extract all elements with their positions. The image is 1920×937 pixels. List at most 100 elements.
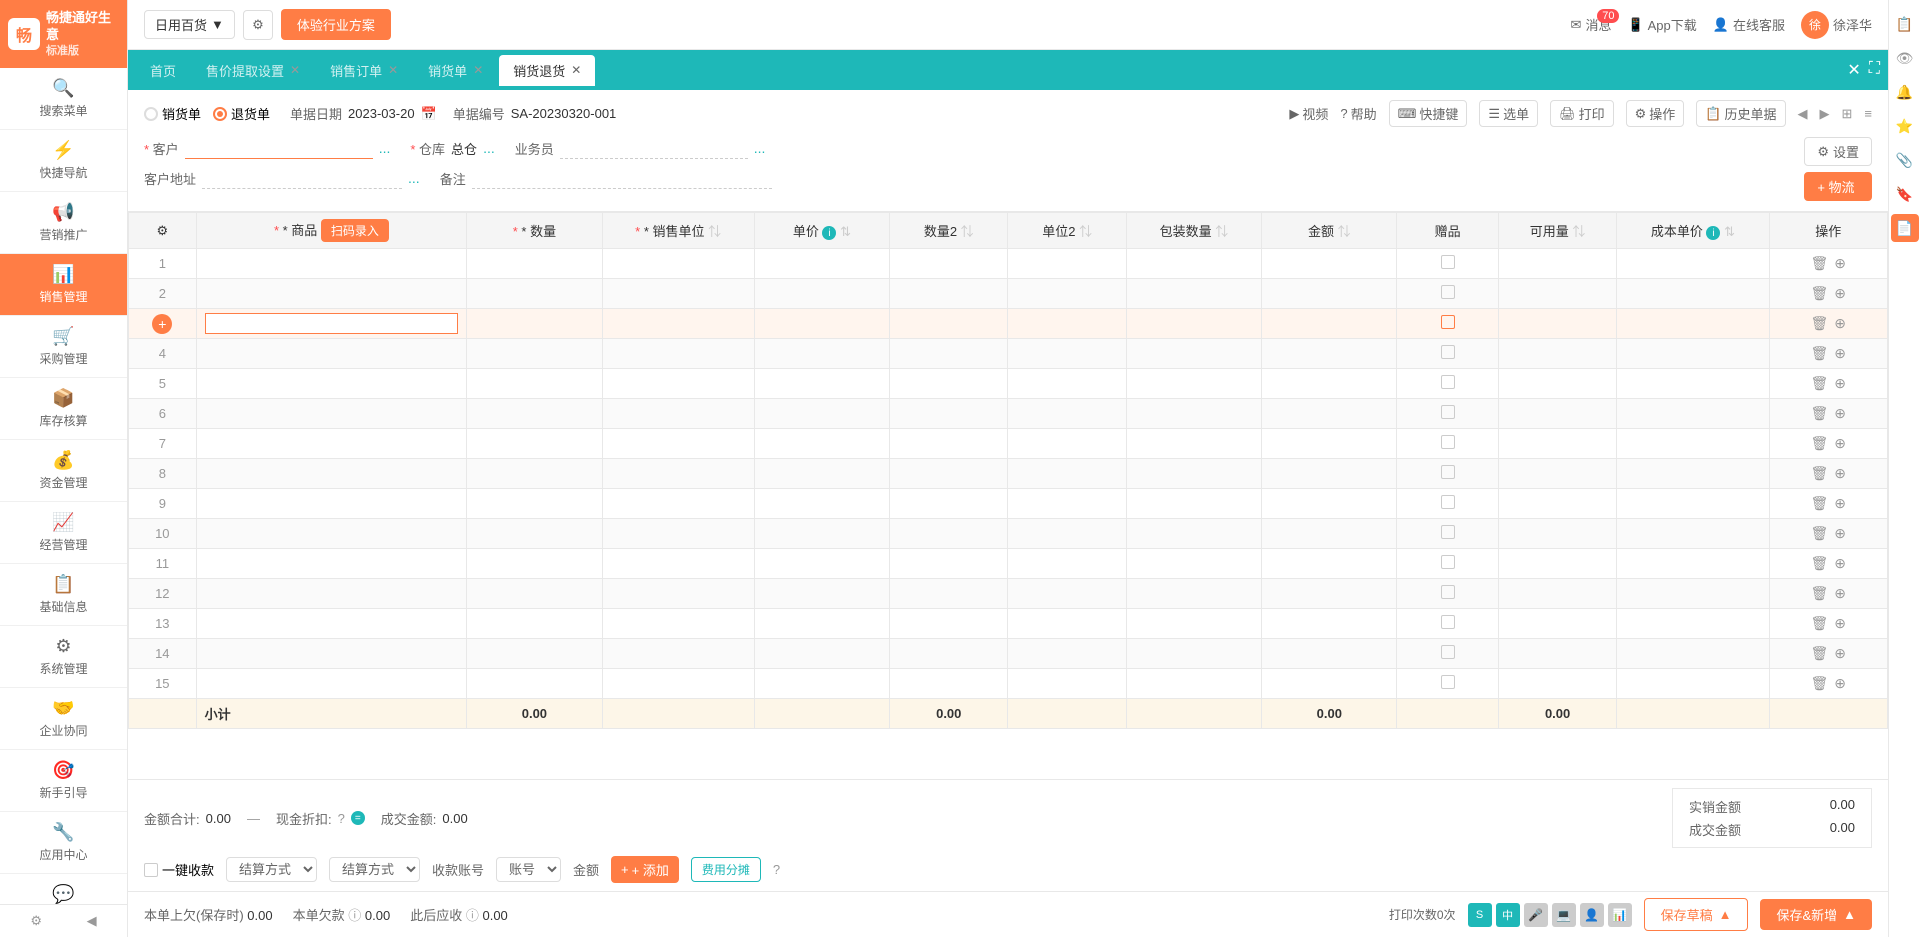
tab-sales-return[interactable]: 销货退货 ✕ (499, 55, 595, 86)
radio-sale[interactable]: 销货单 (144, 104, 201, 123)
account-select[interactable]: 账号 (496, 857, 561, 882)
row-2-gift[interactable] (1397, 279, 1498, 309)
settings-icon[interactable]: ⚙ (30, 913, 42, 929)
gift-checkbox-7[interactable] (1441, 435, 1455, 449)
sidebar-item-quick-nav[interactable]: ⚡ 快捷导航 (0, 130, 127, 192)
shortcut-button[interactable]: ⌨ 快捷键 (1389, 100, 1468, 127)
app-download-button[interactable]: 📱 App下载 (1627, 15, 1696, 34)
discount-info-icon[interactable]: ? (338, 811, 345, 826)
receivable-info-icon[interactable]: ⓘ (466, 908, 479, 923)
copy-icon-10[interactable]: ⊕ (1834, 525, 1846, 542)
row-3-qty2[interactable] (890, 309, 1008, 339)
operate-button[interactable]: ⚙ 操作 (1626, 100, 1685, 127)
save-draft-button[interactable]: 保存草稿 ▲ (1644, 898, 1749, 931)
row-3-unit2[interactable] (1008, 309, 1126, 339)
sidebar-item-finance[interactable]: 💰 资金管理 (0, 440, 127, 502)
user-info[interactable]: 徐 徐泽华 (1801, 11, 1872, 39)
address-dots-button[interactable]: ... (408, 170, 420, 186)
row-2-unit2[interactable] (1008, 279, 1126, 309)
row-1-pack-qty[interactable] (1126, 249, 1261, 279)
radio-return[interactable]: 退货单 (213, 104, 270, 123)
debt-info-icon[interactable]: ⓘ (348, 908, 361, 923)
gift-checkbox-11[interactable] (1441, 555, 1455, 569)
gift-checkbox-5[interactable] (1441, 375, 1455, 389)
fee-split-button[interactable]: 费用分摊 (691, 857, 761, 882)
settings-side-button[interactable]: ⚙ 设置 (1804, 137, 1872, 166)
sidebar-item-guide[interactable]: 🎯 新手引导 (0, 750, 127, 812)
row-2-qty[interactable] (467, 279, 602, 309)
row-3-gift[interactable] (1397, 309, 1498, 339)
right-panel-icon-5[interactable]: 📎 (1891, 146, 1919, 174)
copy-icon-9[interactable]: ⊕ (1834, 495, 1846, 512)
cost-info-icon[interactable]: i (1706, 226, 1720, 240)
copy-icon-6[interactable]: ⊕ (1834, 405, 1846, 422)
delete-icon-14[interactable]: 🗑 (1811, 645, 1829, 662)
payment-help-icon[interactable]: ? (773, 862, 780, 877)
tab-sales[interactable]: 销货单 ✕ (414, 55, 497, 86)
delete-icon-4[interactable]: 🗑 (1811, 345, 1829, 362)
note-input[interactable] (472, 167, 772, 189)
delete-icon-15[interactable]: 🗑 (1811, 675, 1829, 692)
breadcrumb-select[interactable]: 日用百货 ▼ (144, 10, 235, 39)
save-new-button[interactable]: 保存&新增 ▲ (1760, 899, 1872, 930)
copy-icon-7[interactable]: ⊕ (1834, 435, 1846, 452)
row-1-unit[interactable] (602, 249, 754, 279)
print-button[interactable]: 🖨 打印 (1550, 100, 1614, 127)
delete-icon-8[interactable]: 🗑 (1811, 465, 1829, 482)
delete-icon-7[interactable]: 🗑 (1811, 435, 1829, 452)
next-icon[interactable]: ▶ (1820, 106, 1830, 122)
row-2-amount[interactable] (1262, 279, 1397, 309)
right-panel-icon-6[interactable]: 🔖 (1891, 180, 1919, 208)
row-1-amount[interactable] (1262, 249, 1397, 279)
sidebar-item-app-center[interactable]: 🔧 应用中心 (0, 812, 127, 874)
gift-checkbox-10[interactable] (1441, 525, 1455, 539)
scan-button[interactable]: 扫码录入 (321, 219, 389, 242)
copy-icon-8[interactable]: ⊕ (1834, 465, 1846, 482)
sidebar-item-wechat[interactable]: 💬 企业微信 (0, 874, 127, 904)
gift-checkbox-1[interactable] (1441, 255, 1455, 269)
delete-icon-5[interactable]: 🗑 (1811, 375, 1829, 392)
row-1-qty2[interactable] (890, 249, 1008, 279)
sidebar-item-search[interactable]: 🔍 搜索菜单 (0, 68, 127, 130)
sidebar-item-enterprise[interactable]: 🤝 企业协同 (0, 688, 127, 750)
row-1-qty[interactable] (467, 249, 602, 279)
delete-icon-1[interactable]: 🗑 (1811, 255, 1829, 272)
delete-icon-11[interactable]: 🗑 (1811, 555, 1829, 572)
row-2-price[interactable] (754, 279, 889, 309)
tab-sales-close-icon[interactable]: ✕ (473, 63, 483, 77)
one-click-checkbox-box[interactable] (144, 863, 158, 877)
row-1-unit2[interactable] (1008, 249, 1126, 279)
sidebar-item-inventory[interactable]: 📦 库存核算 (0, 378, 127, 440)
row-1-price[interactable] (754, 249, 889, 279)
delete-icon-13[interactable]: 🗑 (1811, 615, 1829, 632)
delete-icon-9[interactable]: 🗑 (1811, 495, 1829, 512)
gift-checkbox-8[interactable] (1441, 465, 1455, 479)
calendar-icon[interactable]: 📅 (421, 106, 437, 122)
sidebar-item-operations[interactable]: 📈 经营管理 (0, 502, 127, 564)
copy-icon-2[interactable]: ⊕ (1834, 285, 1846, 302)
sidebar-item-purchase[interactable]: 🛒 采购管理 (0, 316, 127, 378)
toolbar-icon-5[interactable]: 👤 (1580, 903, 1604, 927)
copy-icon-3[interactable]: ⊕ (1834, 315, 1846, 332)
copy-icon-1[interactable]: ⊕ (1834, 255, 1846, 272)
gift-checkbox-4[interactable] (1441, 345, 1455, 359)
row-3-unit[interactable] (602, 309, 754, 339)
row-2-pack-qty[interactable] (1126, 279, 1261, 309)
price-info-icon[interactable]: i (822, 226, 836, 240)
row-2-unit[interactable] (602, 279, 754, 309)
delete-icon-3[interactable]: 🗑 (1811, 315, 1829, 332)
tab-sales-return-close-icon[interactable]: ✕ (571, 63, 581, 77)
copy-icon-12[interactable]: ⊕ (1834, 585, 1846, 602)
copy-icon-13[interactable]: ⊕ (1834, 615, 1846, 632)
address-input[interactable] (202, 167, 402, 189)
message-button[interactable]: ✉ 消息 70 (1571, 15, 1612, 34)
row-3-amount[interactable] (1262, 309, 1397, 339)
add-row-cell[interactable]: + (129, 309, 197, 339)
table-scroll[interactable]: ⚙ * * 商品 扫码录入 * * 数量 * * 销售单位 (128, 212, 1888, 779)
toolbar-icon-3[interactable]: 🎤 (1524, 903, 1548, 927)
delete-icon-6[interactable]: 🗑 (1811, 405, 1829, 422)
right-panel-icon-7[interactable]: 📄 (1891, 214, 1919, 242)
delete-icon-10[interactable]: 🗑 (1811, 525, 1829, 542)
toolbar-icon-2[interactable]: 中 (1496, 903, 1520, 927)
history-button[interactable]: 📋 历史单据 (1696, 100, 1785, 127)
